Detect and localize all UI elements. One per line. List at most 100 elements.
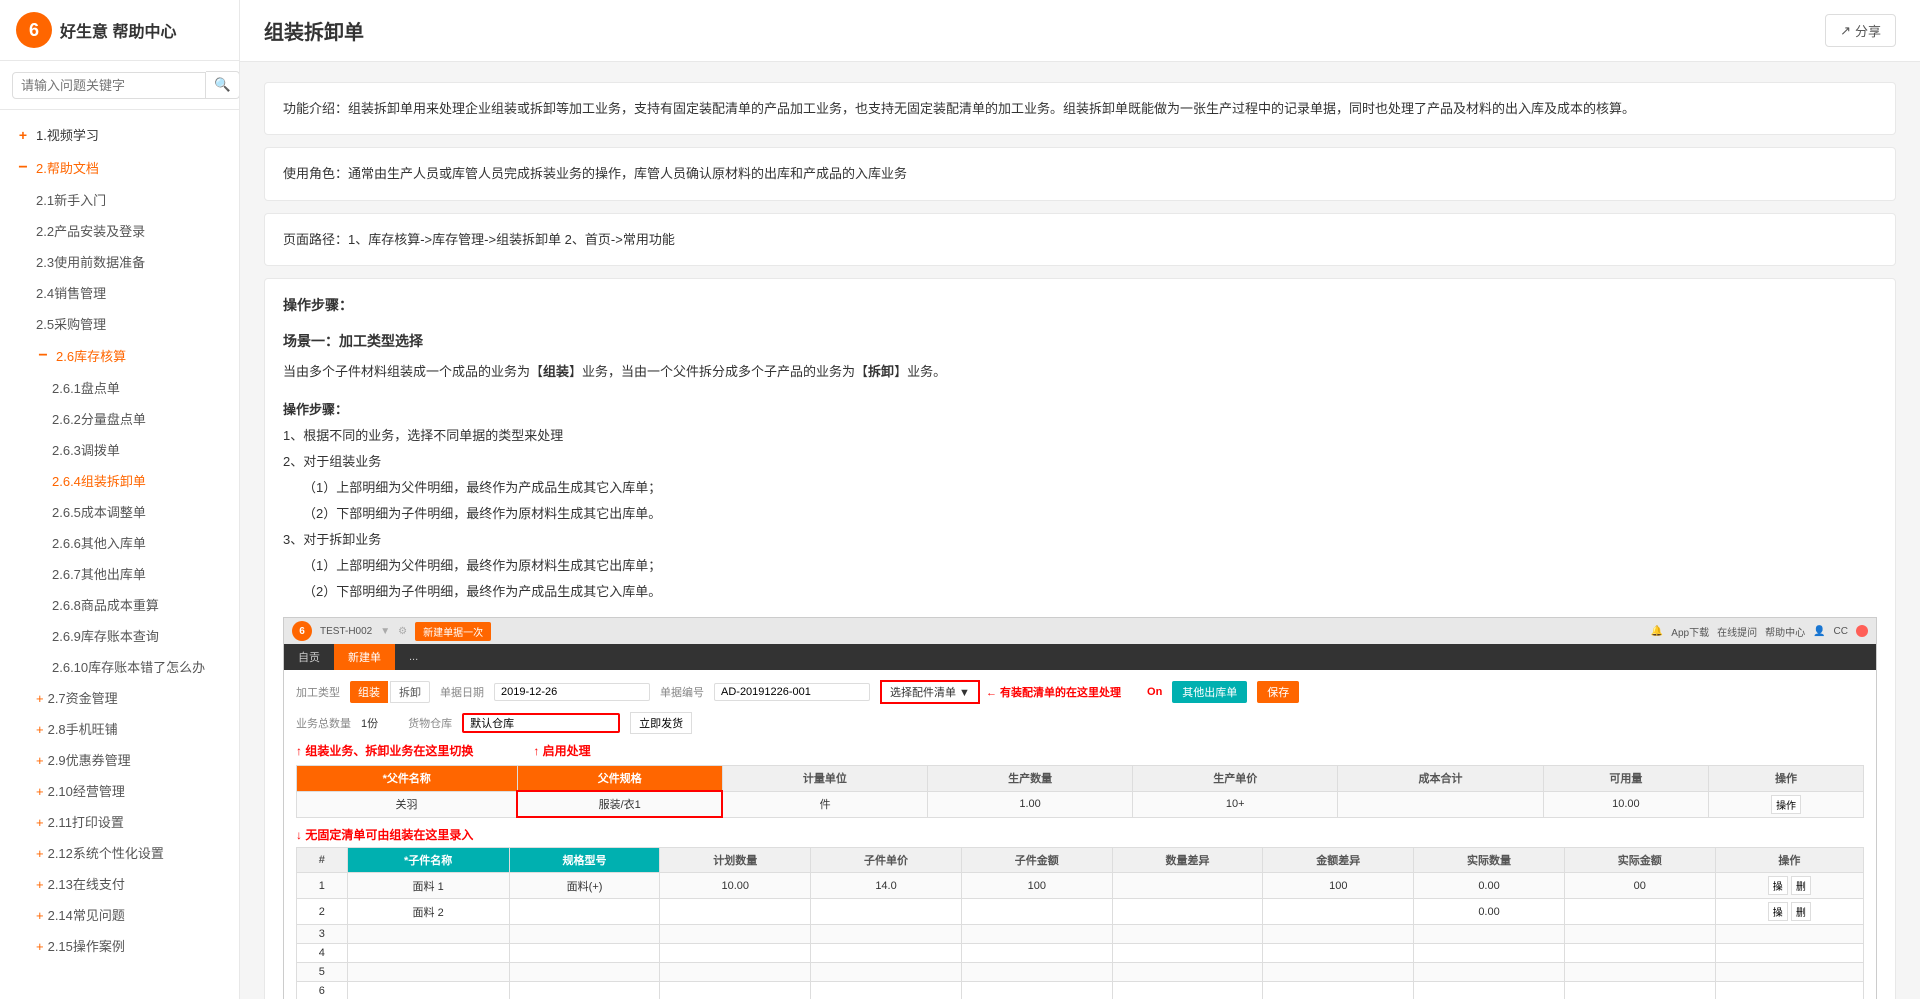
save-btn[interactable]: 保存	[1257, 681, 1299, 703]
inventory-collapse-icon: −	[36, 349, 50, 363]
lower-row-action-btn-1[interactable]: 操	[1768, 876, 1788, 895]
date-input[interactable]	[494, 683, 650, 701]
expand-icon: +	[16, 128, 30, 142]
table-row: 6	[297, 982, 1864, 999]
main-header: 组装拆卸单 ↗ 分享	[240, 0, 1920, 62]
sidebar-item-inv3[interactable]: 2.6.3调拨单	[0, 434, 239, 465]
sidebar-item-purchase[interactable]: 2.5采购管理	[0, 308, 239, 339]
main-content: 组装拆卸单 ↗ 分享 功能介绍：组装拆卸单用来处理企业组装或拆卸等加工业务，支持…	[240, 0, 1920, 999]
form-row-1: 加工类型 组装 拆卸 单据日期 单据编号 选择配件清单 ▼ ← 有装配清单的在这…	[296, 680, 1864, 704]
ops-title: 操作步骤：	[283, 295, 1877, 315]
row-action-btn[interactable]: 操作	[1771, 795, 1801, 814]
sidebar-item-inventory[interactable]: − 2.6库存核算	[0, 339, 239, 372]
warehouse-input[interactable]	[462, 713, 620, 733]
step2-2: （2）下部明细为子件明细，最终作为原材料生成其它出库单。	[283, 501, 1877, 527]
sidebar-item-sales[interactable]: 2.4销售管理	[0, 277, 239, 308]
sidebar-item-video[interactable]: + 1.视频学习	[0, 118, 239, 151]
table-row: 关羽 服装/衣1 件 1.00 10+ 10.00 操作	[297, 791, 1864, 817]
sidebar-item-inv9[interactable]: 2.6.9库存账本查询	[0, 620, 239, 651]
sidebar-item-cases[interactable]: +2.15操作案例	[0, 930, 239, 961]
inner-body: 加工类型 组装 拆卸 单据日期 单据编号 选择配件清单 ▼ ← 有装配清单的在这…	[284, 670, 1876, 999]
nav-group-video: + 1.视频学习	[0, 118, 239, 151]
content-area: 功能介绍：组装拆卸单用来处理企业组装或拆卸等加工业务，支持有固定装配清单的产品加…	[240, 62, 1920, 999]
search-input[interactable]	[12, 72, 206, 99]
sidebar-item-install[interactable]: 2.2产品安装及登录	[0, 215, 239, 246]
sidebar-item-inv2[interactable]: 2.6.2分量盘点单	[0, 403, 239, 434]
app-titlebar: 6 TEST-H002 ▼ ⚙ 新建单据一次 🔔 App下载 在线提问 帮助中心…	[284, 618, 1876, 644]
sidebar-item-docs[interactable]: − 2.帮助文档	[0, 151, 239, 184]
sidebar-item-inv8[interactable]: 2.6.8商品成本重算	[0, 589, 239, 620]
confirm-btn[interactable]: 其他出库单	[1172, 681, 1247, 703]
nav-home[interactable]: 自贡	[284, 644, 334, 670]
nav-group-docs: − 2.帮助文档 2.1新手入门 2.2产品安装及登录 2.3使用前数据准备 2…	[0, 151, 239, 961]
lower-row-action-btn-2[interactable]: 操	[1768, 902, 1788, 921]
sidebar-item-manage[interactable]: +2.10经营管理	[0, 775, 239, 806]
sidebar-item-inv1[interactable]: 2.6.1盘点单	[0, 372, 239, 403]
confirm-warehouse-btn[interactable]: 立即发货	[630, 712, 692, 734]
type-disassembly-btn[interactable]: 拆卸	[390, 681, 430, 703]
lower-row-delete-btn-1[interactable]: 删	[1791, 876, 1811, 895]
scene1-title: 场景一：加工类型选择	[283, 331, 1877, 351]
number-input[interactable]	[714, 683, 870, 701]
search-button[interactable]: 🔍	[206, 71, 240, 99]
new-order-btn[interactable]: 新建单据一次	[415, 622, 491, 641]
sidebar-item-mobile[interactable]: +2.8手机旺铺	[0, 713, 239, 744]
form-row-2: 业务总数量 1份 货物仓库 立即发货	[296, 712, 1864, 734]
nav-new[interactable]: 新建单	[334, 644, 395, 670]
sidebar-item-inv4[interactable]: 2.6.4组装拆卸单	[0, 465, 239, 496]
sidebar-item-sys[interactable]: +2.12系统个性化设置	[0, 837, 239, 868]
annotation-row-2: ↑ 组装业务、拆卸业务在这里切换 ↑ 启用处理	[296, 742, 1864, 759]
sidebar-item-capital[interactable]: +2.7资金管理	[0, 682, 239, 713]
collapse-icon: −	[16, 161, 30, 175]
steps-title: 操作步骤：	[283, 397, 1877, 423]
annotation-3: ↑ 启用处理	[533, 742, 590, 759]
step1: 1、根据不同的业务，选择不同单据的类型来处理	[283, 423, 1877, 449]
upper-table: *父件名称 父件规格 计量单位 生产数量 生产单价 成本合计 可用量 操作	[296, 765, 1864, 818]
intro-block-3: 页面路径：1、库存核算->库存管理->组装拆卸单 2、首页->常用功能	[264, 213, 1896, 266]
scene1-desc: 当由多个子件材料组装成一个成品的业务为【组装】业务，当由一个父件拆分成多个子产品…	[283, 359, 1877, 385]
step2-1: （1）上部明细为父件明细，最终作为产成品生成其它入库单；	[283, 475, 1877, 501]
intro-block-2: 使用角色：通常由生产人员或库管人员完成拆装业务的操作，库管人员确认原材料的出库和…	[264, 147, 1896, 200]
sidebar-item-inv6[interactable]: 2.6.6其他入库单	[0, 527, 239, 558]
sidebar-item-inv7[interactable]: 2.6.7其他出库单	[0, 558, 239, 589]
type-assembly-btn[interactable]: 组装	[350, 681, 388, 703]
sidebar-item-inv5[interactable]: 2.6.5成本调整单	[0, 496, 239, 527]
operations-section: 操作步骤： 场景一：加工类型选择 当由多个子件材料组装成一个成品的业务为【组装】…	[264, 278, 1896, 999]
annotation-1: ← 有装配清单的在这里处理	[986, 684, 1121, 700]
table-row: 2 面料 2 0.00 操	[297, 899, 1864, 925]
step2: 2、对于组装业务	[283, 449, 1877, 475]
table-row: 1 面料 1 面料(+) 10.00 14.0 100 100 0.00 00	[297, 873, 1864, 899]
table-row: 4	[297, 944, 1864, 963]
page-title: 组装拆卸单	[264, 16, 364, 45]
intro-block-1: 功能介绍：组装拆卸单用来处理企业组装或拆卸等加工业务，支持有固定装配清单的产品加…	[264, 82, 1896, 135]
step3-2: （2）下部明细为子件明细，最终作为产成品生成其它入库单。	[283, 579, 1877, 605]
sidebar-item-inv10[interactable]: 2.6.10库存账本错了怎么办	[0, 651, 239, 682]
app-title: 好生意 帮助中心	[60, 18, 176, 42]
search-box: 🔍	[0, 61, 239, 110]
annotation-row-4: ↓ 无固定清单可由组装在这里录入	[296, 826, 1864, 843]
sidebar-header: 6 好生意 帮助中心	[0, 0, 239, 61]
sidebar-item-pay[interactable]: +2.13在线支付	[0, 868, 239, 899]
annotation-4: ↓ 无固定清单可由组装在这里录入	[296, 828, 473, 842]
app-screenshot-container: 6 TEST-H002 ▼ ⚙ 新建单据一次 🔔 App下载 在线提问 帮助中心…	[283, 617, 1877, 999]
annotation-on: On	[1147, 686, 1162, 698]
sidebar-item-data[interactable]: 2.3使用前数据准备	[0, 246, 239, 277]
inner-nav: 自贡 新建单 ...	[284, 644, 1876, 670]
upper-table-section: *父件名称 父件规格 计量单位 生产数量 生产单价 成本合计 可用量 操作	[296, 765, 1864, 818]
assembly-list-btn[interactable]: 选择配件清单 ▼	[880, 680, 980, 704]
lower-row-delete-btn-2[interactable]: 删	[1791, 902, 1811, 921]
sidebar: 6 好生意 帮助中心 🔍 + 1.视频学习 − 2.帮助文档 2.1新手入门 2…	[0, 0, 240, 999]
share-button[interactable]: ↗ 分享	[1825, 14, 1896, 47]
type-buttons: 组装 拆卸	[350, 681, 430, 703]
sidebar-item-faq[interactable]: +2.14常见问题	[0, 899, 239, 930]
sidebar-item-print[interactable]: +2.11打印设置	[0, 806, 239, 837]
nav-more[interactable]: ...	[395, 646, 432, 668]
step3: 3、对于拆卸业务	[283, 527, 1877, 553]
sidebar-item-new[interactable]: 2.1新手入门	[0, 184, 239, 215]
table-row: 5	[297, 963, 1864, 982]
window-close-btn[interactable]	[1856, 625, 1868, 637]
lower-table: # *子件名称 规格型号 计划数量 子件单价 子件金额 数量差异 金额差异 实际…	[296, 847, 1864, 999]
app-window-id: TEST-H002	[320, 626, 372, 637]
annotation-2: ↑ 组装业务、拆卸业务在这里切换	[296, 742, 473, 759]
sidebar-item-coupon[interactable]: +2.9优惠券管理	[0, 744, 239, 775]
